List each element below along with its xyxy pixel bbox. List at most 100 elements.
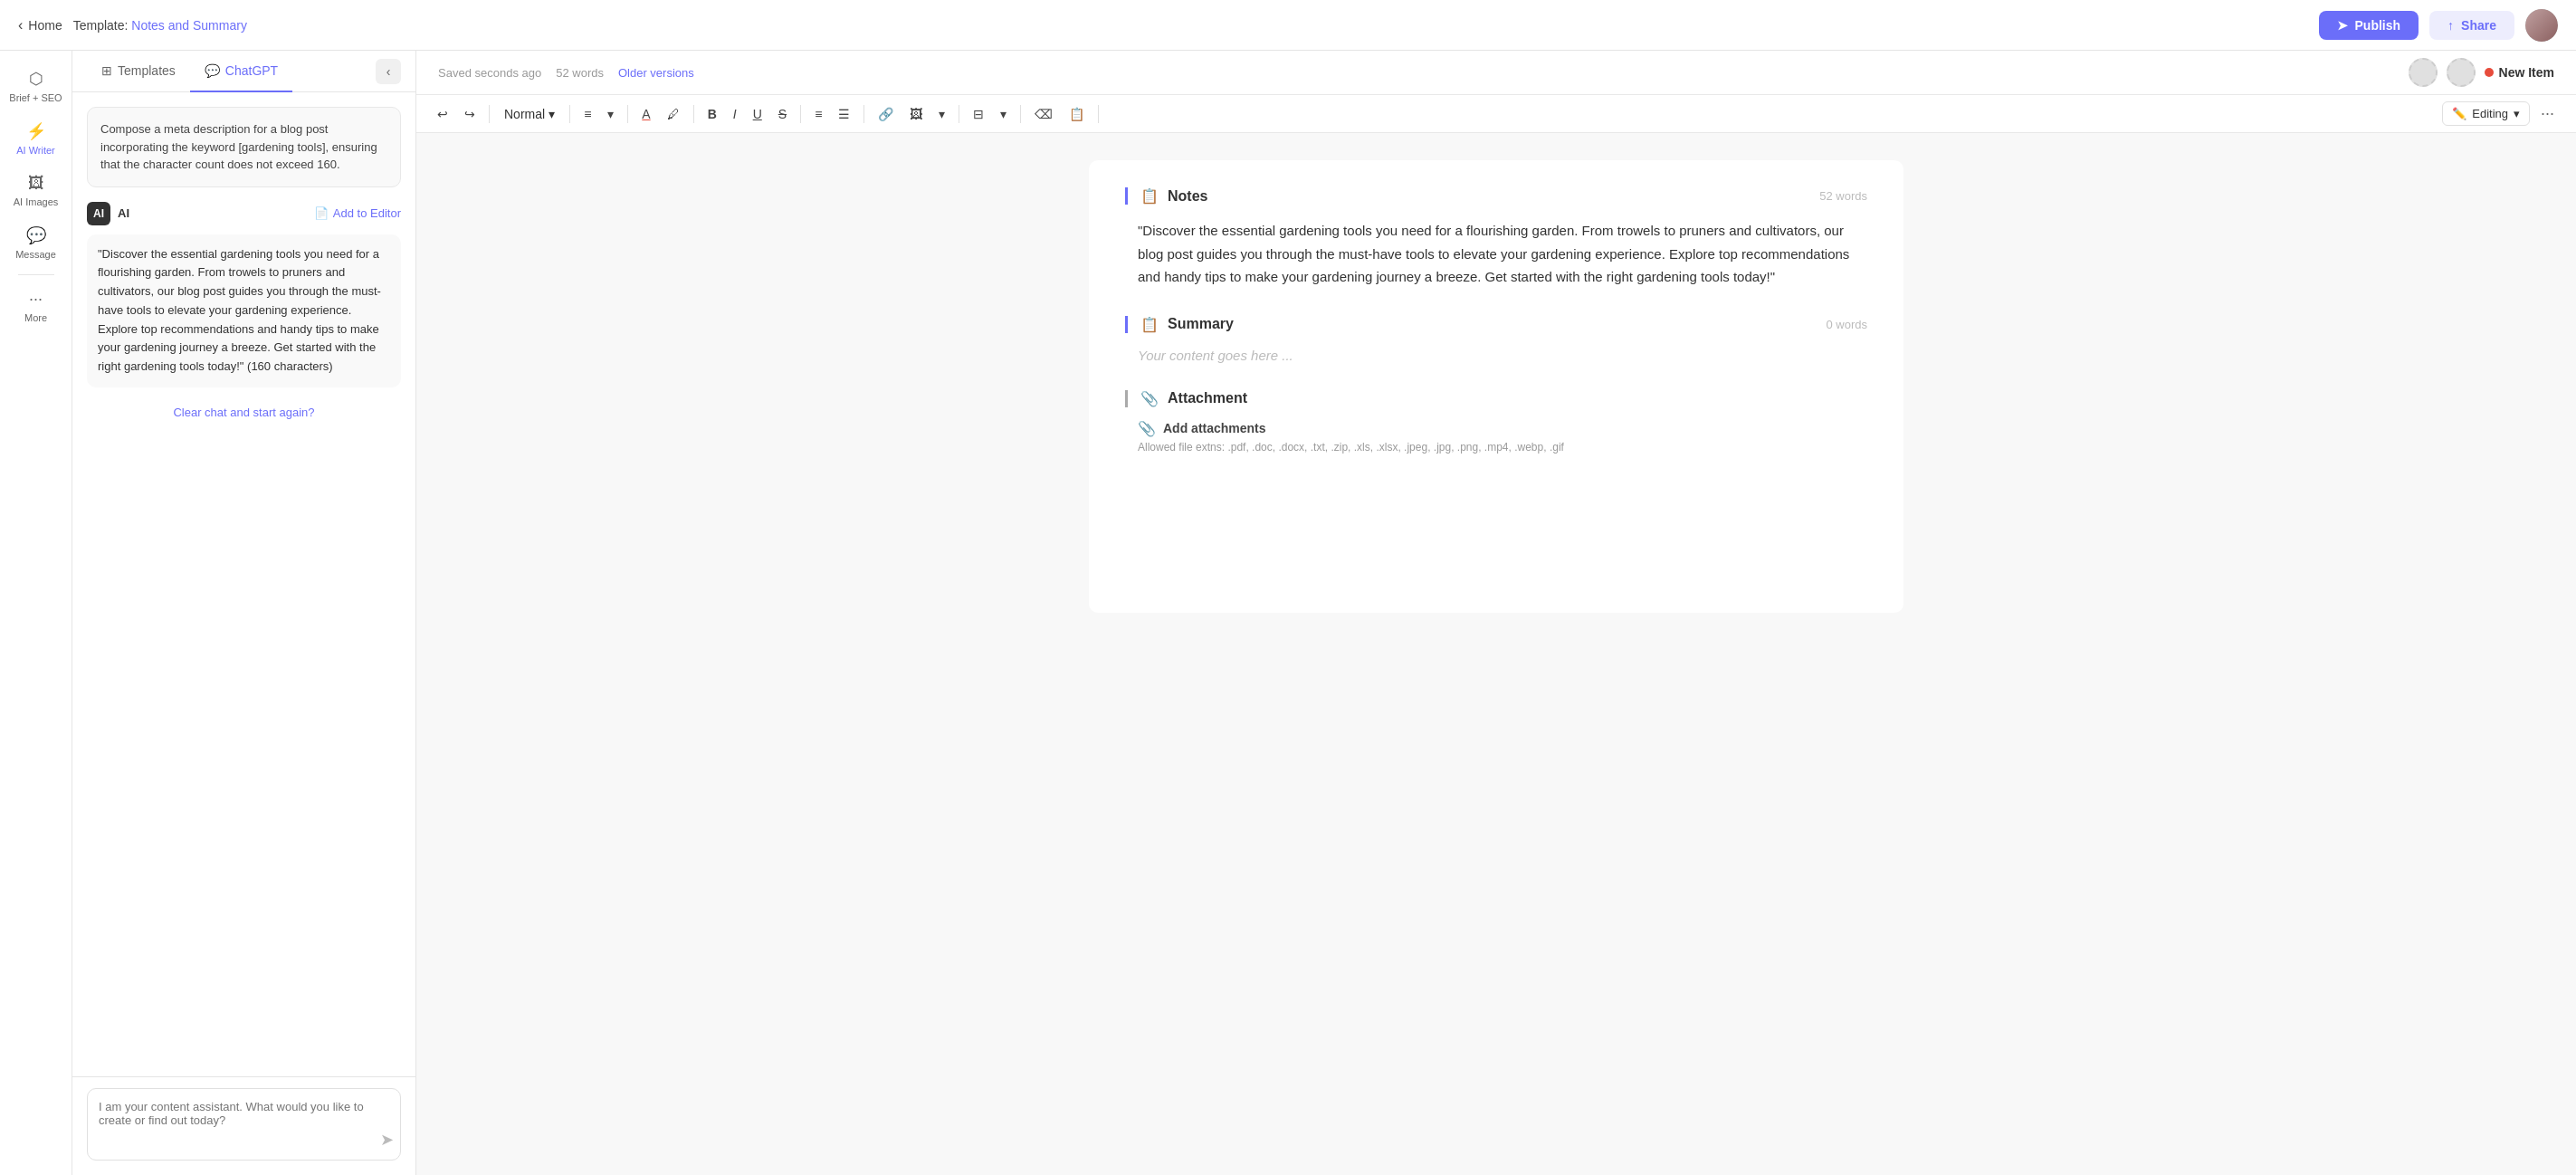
- ai-images-icon: 🖼: [28, 174, 44, 193]
- italic-button[interactable]: I: [727, 102, 743, 126]
- publish-icon: ➤: [2337, 18, 2348, 33]
- edit-icon: ✏️: [2452, 107, 2466, 120]
- attachment-section-icon: 📎: [1140, 390, 1159, 407]
- add-to-editor-button[interactable]: 📄 Add to Editor: [314, 206, 401, 220]
- summary-section: 📋 Summary 0 words Your content goes here…: [1125, 316, 1867, 363]
- add-attachments-button[interactable]: 📎 Add attachments: [1125, 420, 1867, 437]
- editing-chevron-icon: ▾: [2514, 107, 2520, 120]
- toolbar-sep-2: [569, 105, 570, 123]
- style-label: Normal: [504, 107, 545, 121]
- copy-format-button[interactable]: 📋: [1063, 102, 1091, 126]
- panel-collapse-button[interactable]: ‹: [376, 59, 401, 84]
- toolbar-sep-5: [800, 105, 801, 123]
- publish-label: Publish: [2355, 18, 2401, 33]
- sidebar-label-message: Message: [15, 249, 56, 260]
- align-dropdown-button[interactable]: ▾: [601, 102, 620, 126]
- toolbar-more-button[interactable]: ···: [2533, 100, 2562, 127]
- style-select[interactable]: Normal ▾: [497, 102, 562, 126]
- templates-tab-label: Templates: [118, 63, 176, 78]
- chatgpt-tab-icon: 💬: [205, 63, 220, 78]
- editor-status-bar: Saved seconds ago 52 words Older version…: [416, 51, 2576, 95]
- notes-content[interactable]: "Discover the essential gardening tools …: [1125, 219, 1867, 289]
- toolbar-sep-6: [863, 105, 864, 123]
- editor-inner[interactable]: 📋 Notes 52 words "Discover the essential…: [1089, 160, 1903, 613]
- add-attachments-label: Add attachments: [1163, 421, 1266, 435]
- topbar: ‹ Home Template: Notes and Summary ➤ Pub…: [0, 0, 2576, 51]
- table-dropdown-button[interactable]: ▾: [994, 102, 1013, 126]
- main-layout: ⬡ Brief + SEO ⚡ AI Writer 🖼 AI Images 💬 …: [0, 51, 2576, 1175]
- toolbar-sep-3: [627, 105, 628, 123]
- summary-section-header: 📋 Summary 0 words: [1125, 316, 1867, 333]
- toolbar-sep-4: [693, 105, 694, 123]
- align-button[interactable]: ≡: [577, 102, 597, 126]
- attachment-section-title: Attachment: [1168, 390, 1247, 406]
- summary-section-icon: 📋: [1140, 316, 1159, 333]
- collab-avatar-1: [2409, 58, 2438, 87]
- sidebar-label-ai-images: AI Images: [14, 196, 59, 207]
- highlight-button[interactable]: 🖊: [661, 102, 686, 126]
- sidebar-item-more[interactable]: ··· More: [5, 282, 68, 330]
- tab-templates[interactable]: ⊞ Templates: [87, 51, 190, 92]
- panel: ⊞ Templates 💬 ChatGPT ‹ Compose a meta d…: [72, 51, 416, 1175]
- sidebar-item-brief-seo[interactable]: ⬡ Brief + SEO: [5, 62, 68, 110]
- notes-word-count: 52 words: [1819, 189, 1867, 203]
- templates-tab-icon: ⊞: [101, 63, 112, 78]
- publish-button[interactable]: ➤ Publish: [2319, 11, 2419, 40]
- summary-section-title: Summary: [1168, 316, 1817, 332]
- text-color-button[interactable]: A: [635, 102, 656, 126]
- notes-section: 📋 Notes 52 words "Discover the essential…: [1125, 187, 1867, 289]
- notes-section-title: Notes: [1168, 188, 1810, 205]
- sidebar-divider: [18, 274, 54, 275]
- sidebar-item-ai-writer[interactable]: ⚡ AI Writer: [5, 114, 68, 163]
- message-icon: 💬: [26, 225, 46, 245]
- prompt-text: Compose a meta description for a blog po…: [100, 122, 377, 171]
- bullet-list-button[interactable]: ≡: [808, 102, 828, 126]
- link-button[interactable]: 🔗: [872, 102, 900, 126]
- sidebar-label-ai-writer: AI Writer: [16, 145, 55, 156]
- red-dot-icon: [2485, 68, 2494, 77]
- editor-status-right: New Item: [2409, 58, 2554, 87]
- strikethrough-button[interactable]: S: [772, 102, 793, 126]
- breadcrumb-prefix: Template:: [73, 18, 132, 33]
- panel-tabs: ⊞ Templates 💬 ChatGPT ‹: [72, 51, 415, 92]
- saved-status: Saved seconds ago: [438, 66, 541, 80]
- ai-writer-icon: ⚡: [26, 121, 46, 141]
- ai-label: AI AI: [87, 202, 129, 225]
- chat-input[interactable]: [87, 1088, 401, 1161]
- older-versions-link[interactable]: Older versions: [618, 66, 694, 80]
- share-button[interactable]: ↑ Share: [2429, 11, 2514, 40]
- tab-chatgpt[interactable]: 💬 ChatGPT: [190, 51, 292, 92]
- sidebar-item-ai-images[interactable]: 🖼 AI Images: [5, 167, 68, 215]
- topbar-right: ➤ Publish ↑ Share: [2319, 9, 2558, 42]
- chat-input-area: ➤: [72, 1076, 415, 1175]
- new-item-label: New Item: [2499, 65, 2554, 80]
- share-icon: ↑: [2447, 18, 2454, 33]
- summary-word-count: 0 words: [1826, 318, 1867, 331]
- icon-sidebar: ⬡ Brief + SEO ⚡ AI Writer 🖼 AI Images 💬 …: [0, 51, 72, 1175]
- prompt-card: Compose a meta description for a blog po…: [87, 107, 401, 187]
- editing-label: Editing: [2472, 107, 2508, 120]
- clear-chat-button[interactable]: Clear chat and start again?: [87, 402, 401, 423]
- toolbar-sep-8: [1020, 105, 1021, 123]
- clear-format-button[interactable]: ⌫: [1028, 102, 1059, 126]
- undo-button[interactable]: ↩: [431, 102, 454, 126]
- collab-avatar-2: [2447, 58, 2476, 87]
- breadcrumb-link[interactable]: Notes and Summary: [131, 18, 247, 33]
- add-to-editor-icon: 📄: [314, 206, 329, 220]
- summary-placeholder[interactable]: Your content goes here ...: [1125, 348, 1867, 363]
- paperclip-icon: 📎: [1138, 420, 1156, 437]
- avatar[interactable]: [2525, 9, 2558, 42]
- redo-button[interactable]: ↪: [458, 102, 482, 126]
- sidebar-item-message[interactable]: 💬 Message: [5, 218, 68, 267]
- ordered-list-button[interactable]: ☰: [832, 102, 856, 126]
- editor-area: Saved seconds ago 52 words Older version…: [416, 51, 2576, 1175]
- bold-button[interactable]: B: [701, 102, 723, 126]
- editing-mode-button[interactable]: ✏️ Editing ▾: [2442, 101, 2530, 126]
- image-dropdown-button[interactable]: ▾: [932, 102, 951, 126]
- chat-send-button[interactable]: ➤: [380, 1130, 394, 1150]
- table-button[interactable]: ⊟: [967, 102, 990, 126]
- image-button[interactable]: 🖼: [903, 102, 929, 126]
- chat-area: Compose a meta description for a blog po…: [72, 92, 415, 1076]
- underline-button[interactable]: U: [747, 102, 768, 126]
- home-button[interactable]: ‹ Home: [18, 17, 62, 33]
